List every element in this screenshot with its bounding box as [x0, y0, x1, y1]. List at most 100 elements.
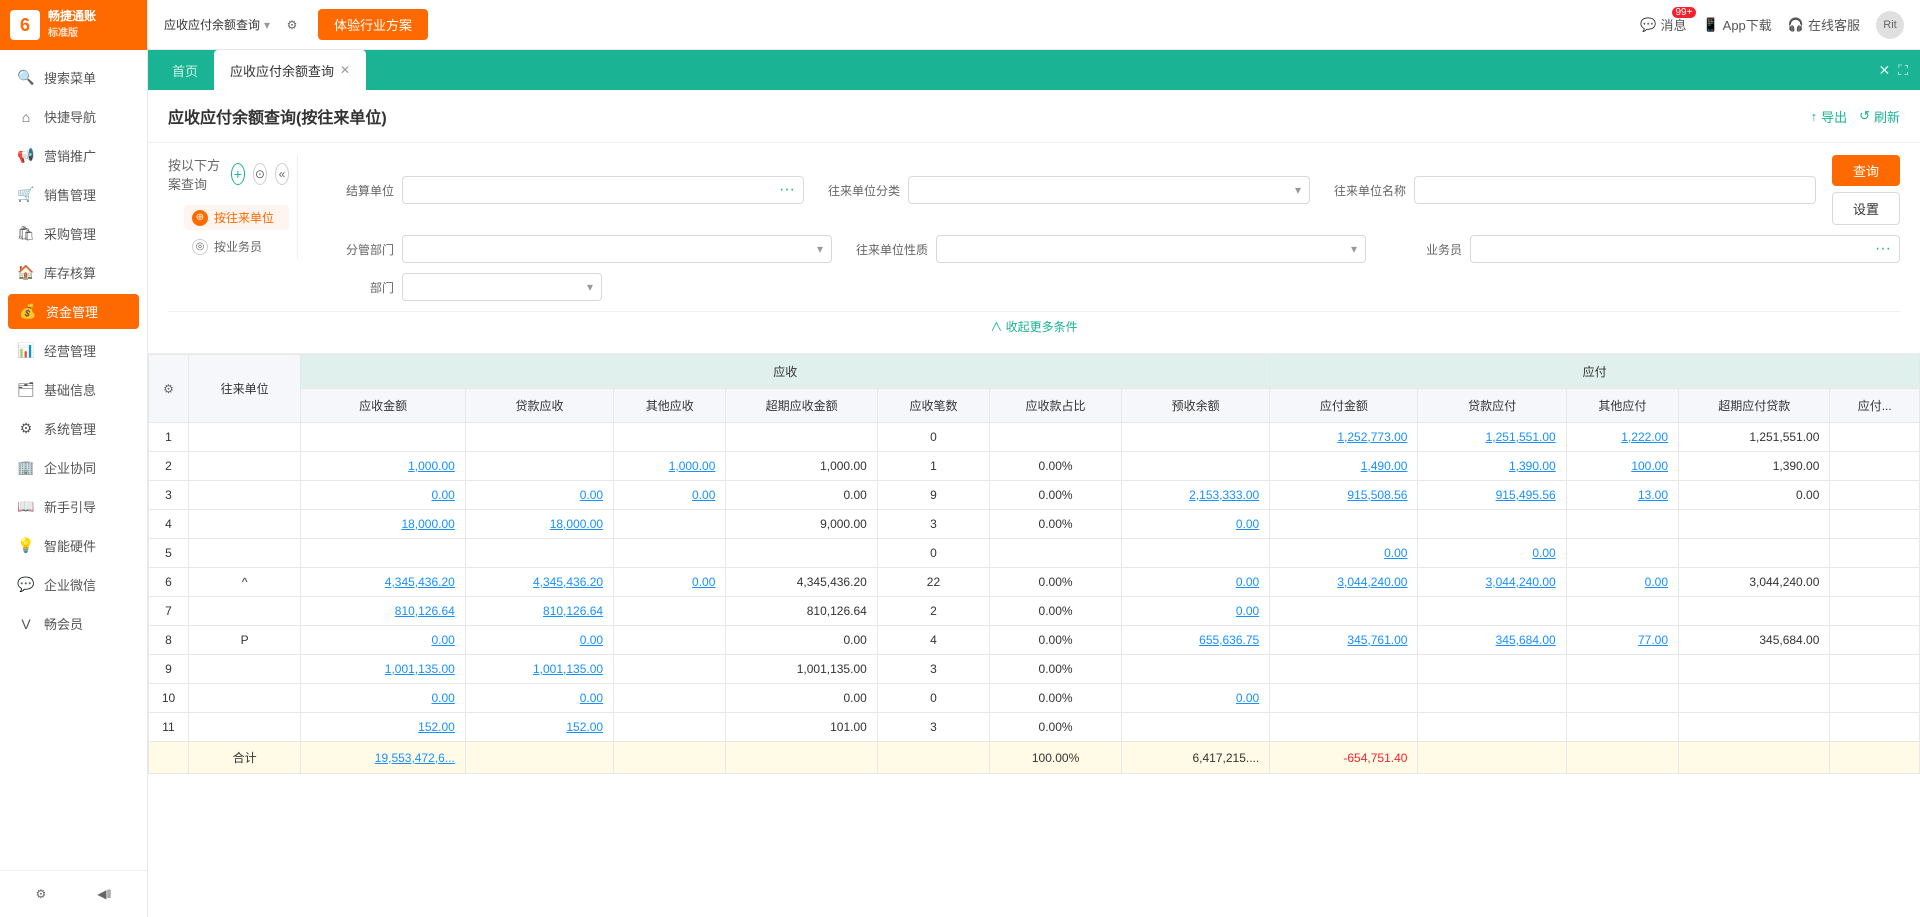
table-cell[interactable]: 915,508.56 — [1270, 481, 1418, 510]
dept-input[interactable]: ▾ — [402, 273, 602, 301]
th-gear[interactable]: ⚙ — [149, 355, 189, 423]
branch-dept-input[interactable]: ▾ — [402, 235, 832, 263]
table-cell[interactable]: 13.00 — [1566, 481, 1678, 510]
sidebar-item-quick-nav[interactable]: ⌂ 快捷导航 — [0, 97, 147, 136]
table-cell[interactable] — [1566, 655, 1678, 684]
sidebar-settings-button[interactable]: ⚙ — [26, 881, 57, 907]
table-cell[interactable]: 4,345,436.20 — [465, 568, 613, 597]
sidebar-item-sales[interactable]: 🛒 销售管理 — [0, 175, 147, 214]
filter-sub-by-salesman[interactable]: ◎ 按业务员 — [184, 234, 289, 259]
table-cell[interactable]: 915,495.56 — [1418, 481, 1566, 510]
filter-collapse-button[interactable]: « — [275, 163, 289, 185]
table-cell[interactable]: 345,761.00 — [1270, 626, 1418, 655]
collapse-more-button[interactable]: ∧ 收起更多条件 — [168, 311, 1900, 341]
table-cell[interactable]: 0.00 — [301, 684, 466, 713]
table-cell[interactable] — [1418, 597, 1566, 626]
table-cell[interactable]: 152.00 — [465, 713, 613, 742]
user-avatar[interactable]: Rit — [1876, 11, 1904, 39]
filter-settings-icon-button[interactable]: ⊙ — [253, 163, 267, 185]
table-cell[interactable]: 0.00 — [465, 684, 613, 713]
table-cell[interactable]: 0.00 — [1270, 539, 1418, 568]
table-cell[interactable]: 18,000.00 — [301, 510, 466, 539]
table-cell[interactable] — [1121, 713, 1269, 742]
sidebar-item-guide[interactable]: 📖 新手引导 — [0, 487, 147, 526]
table-cell[interactable]: 1,000.00 — [301, 452, 466, 481]
table-cell[interactable] — [1270, 713, 1418, 742]
table-cell[interactable] — [465, 423, 613, 452]
sidebar-item-vip[interactable]: V 畅会员 — [0, 604, 147, 643]
table-cell[interactable]: 0.00 — [1121, 510, 1269, 539]
sidebar-item-search-menu[interactable]: 🔍 搜索菜单 — [0, 58, 147, 97]
table-cell[interactable]: 0.00 — [465, 481, 613, 510]
sidebar-item-operation[interactable]: 📊 经营管理 — [0, 331, 147, 370]
table-cell[interactable]: 810,126.64 — [301, 597, 466, 626]
export-button[interactable]: ↑ 导出 — [1811, 107, 1848, 126]
table-cell[interactable] — [614, 684, 726, 713]
table-cell[interactable]: 2,153,333.00 — [1121, 481, 1269, 510]
tab-home[interactable]: 首页 — [156, 50, 214, 90]
summary-ar-amount[interactable]: 19,553,472,6... — [301, 742, 466, 774]
table-cell[interactable] — [1270, 510, 1418, 539]
sidebar-item-wechat[interactable]: 💬 企业微信 — [0, 565, 147, 604]
table-cell[interactable] — [1566, 713, 1678, 742]
table-cell[interactable] — [614, 539, 726, 568]
table-cell[interactable]: 1,252,773.00 — [1270, 423, 1418, 452]
sidebar-collapse-button[interactable]: ◀‖ — [87, 881, 121, 907]
table-cell[interactable]: 1,490.00 — [1270, 452, 1418, 481]
table-gear-icon[interactable]: ⚙ — [163, 382, 174, 396]
table-cell[interactable]: 0.00 — [301, 481, 466, 510]
table-cell[interactable] — [1566, 510, 1678, 539]
sidebar-item-marketing[interactable]: 📢 营销推广 — [0, 136, 147, 175]
table-cell[interactable] — [1121, 539, 1269, 568]
header-gear-button[interactable]: ⚙ — [278, 11, 306, 39]
table-cell[interactable] — [1418, 684, 1566, 713]
table-cell[interactable]: 810,126.64 — [465, 597, 613, 626]
table-cell[interactable] — [1418, 510, 1566, 539]
table-cell[interactable]: 1,001,135.00 — [465, 655, 613, 684]
table-cell[interactable] — [301, 539, 466, 568]
sidebar-item-smart-hw[interactable]: 💡 智能硬件 — [0, 526, 147, 565]
table-cell[interactable] — [614, 423, 726, 452]
salesman-input[interactable]: ··· — [1470, 235, 1900, 263]
table-cell[interactable] — [1566, 684, 1678, 713]
table-cell[interactable]: 1,001,135.00 — [301, 655, 466, 684]
table-cell[interactable]: 0.00 — [465, 626, 613, 655]
table-cell[interactable] — [301, 423, 466, 452]
partner-category-input[interactable]: ▾ — [908, 176, 1310, 204]
sidebar-item-enterprise[interactable]: 🏢 企业协同 — [0, 448, 147, 487]
table-cell[interactable] — [614, 510, 726, 539]
table-cell[interactable] — [1270, 597, 1418, 626]
partner-name-input[interactable] — [1414, 176, 1816, 204]
filter-add-button[interactable]: + — [231, 163, 245, 185]
app-download-button[interactable]: 📱 App下载 — [1702, 15, 1771, 34]
table-cell[interactable]: 4,345,436.20 — [301, 568, 466, 597]
table-cell[interactable]: 1,251,551.00 — [1418, 423, 1566, 452]
table-cell[interactable] — [1418, 713, 1566, 742]
tab-close-all-icon[interactable]: ✕ — [1878, 62, 1890, 79]
table-cell[interactable] — [614, 655, 726, 684]
refresh-button[interactable]: ↺ 刷新 — [1859, 107, 1900, 126]
partner-nature-input[interactable]: ▾ — [936, 235, 1366, 263]
table-cell[interactable]: 100.00 — [1566, 452, 1678, 481]
tab-expand-icon[interactable]: ⛶ — [1898, 62, 1908, 79]
table-cell[interactable] — [465, 539, 613, 568]
table-cell[interactable]: 655,636.75 — [1121, 626, 1269, 655]
sidebar-item-system[interactable]: ⚙ 系统管理 — [0, 409, 147, 448]
table-cell[interactable]: 152.00 — [301, 713, 466, 742]
messages-button[interactable]: 💬 消息 99+ — [1640, 15, 1686, 34]
table-cell[interactable]: 18,000.00 — [465, 510, 613, 539]
table-cell[interactable] — [1566, 539, 1678, 568]
table-cell[interactable]: 0.00 — [1418, 539, 1566, 568]
table-cell[interactable] — [1566, 597, 1678, 626]
sidebar-item-inventory[interactable]: 🏠 库存核算 — [0, 253, 147, 292]
table-cell[interactable]: 77.00 — [1566, 626, 1678, 655]
sidebar-item-purchase[interactable]: 🛍 采购管理 — [0, 214, 147, 253]
header-breadcrumb-dropdown[interactable]: 应收应付余额查询 ▾ — [164, 16, 270, 33]
table-cell[interactable]: 0.00 — [1121, 597, 1269, 626]
table-cell[interactable]: 0.00 — [614, 568, 726, 597]
sidebar-item-capital[interactable]: 💰 资金管理 — [8, 294, 139, 329]
filter-sub-by-partner[interactable]: ⊕ 按往来单位 — [184, 205, 289, 230]
table-cell[interactable]: 1,000.00 — [614, 452, 726, 481]
table-cell[interactable] — [1121, 655, 1269, 684]
table-cell[interactable]: 1,390.00 — [1418, 452, 1566, 481]
